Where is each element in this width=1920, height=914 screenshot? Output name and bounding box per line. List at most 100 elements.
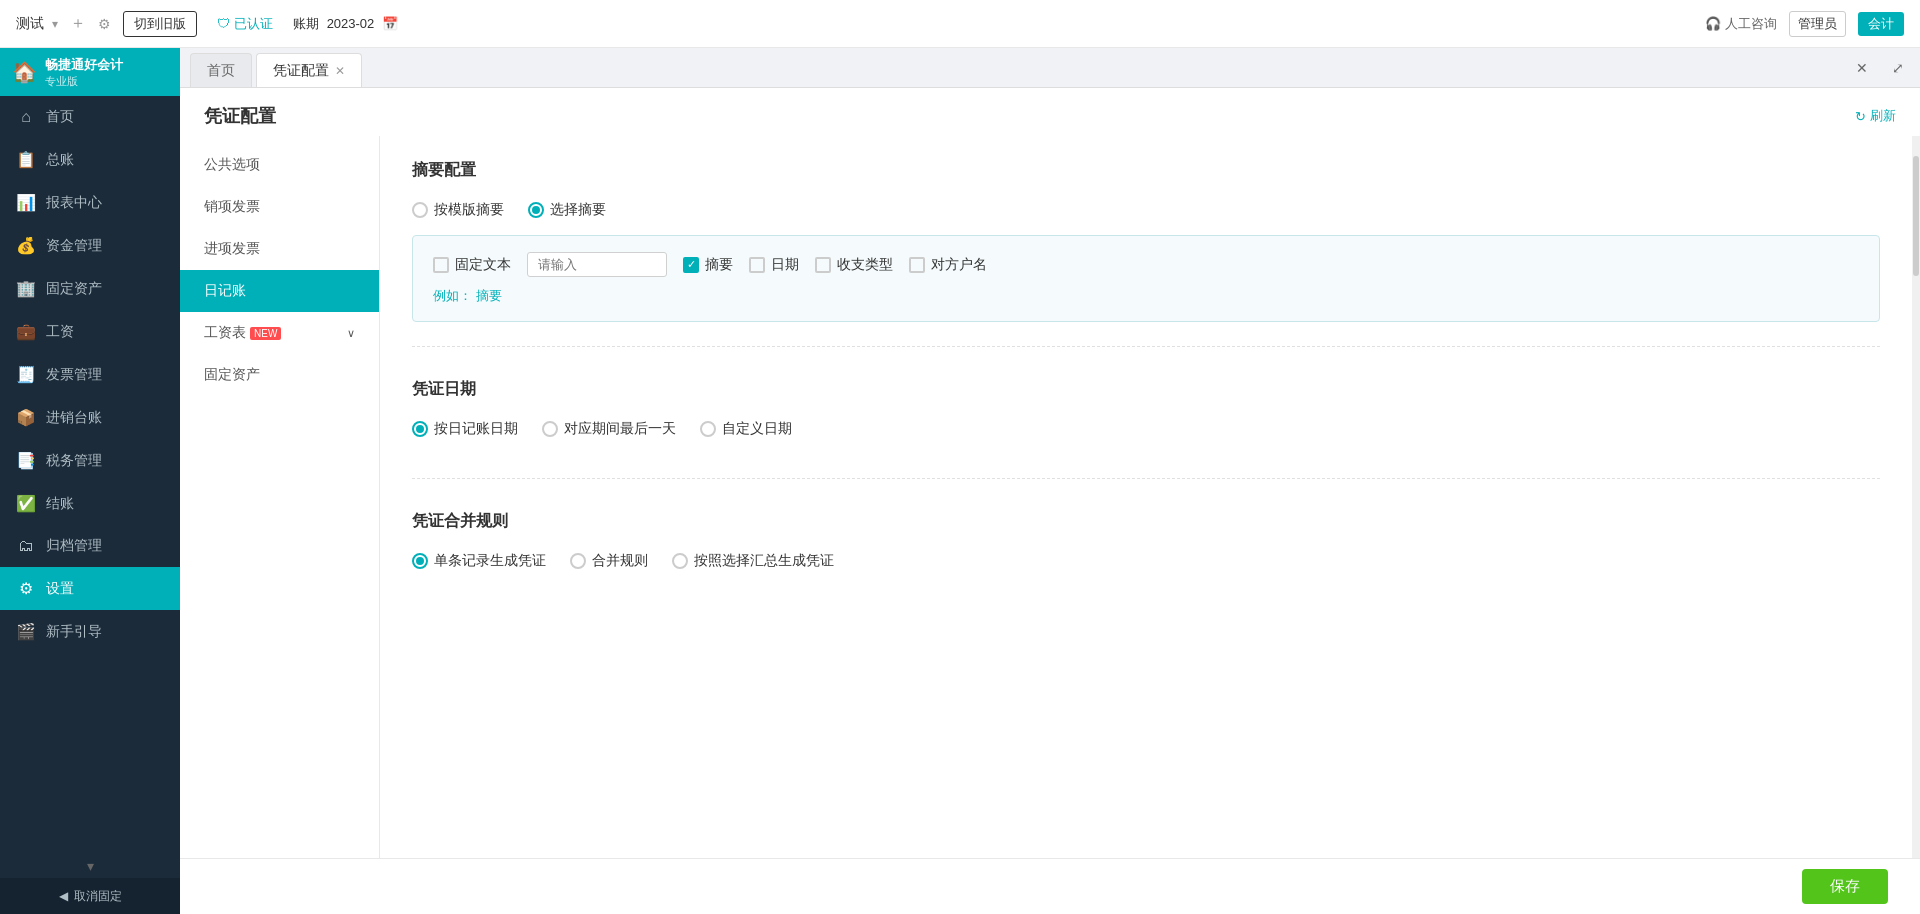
left-nav-fixed-assets[interactable]: 固定资产	[180, 354, 379, 396]
sidebar-label-settlement: 结账	[46, 495, 74, 513]
radio-journal-date-label: 按日记账日期	[434, 420, 518, 438]
sidebar-item-funds[interactable]: 💰 资金管理	[0, 224, 180, 267]
tabs-bar: 首页 凭证配置 ✕ ✕ ⤢	[180, 48, 1920, 88]
headset-icon: 🎧	[1705, 16, 1721, 31]
radio-template-label: 按模版摘要	[434, 201, 504, 219]
role-badge[interactable]: 会计	[1858, 12, 1904, 36]
reports-icon: 📊	[16, 193, 36, 212]
tab-voucher-config-label: 凭证配置	[273, 62, 329, 80]
settings-icon: ⚙	[16, 579, 36, 598]
radio-select-summary[interactable]: 选择摘要	[528, 201, 606, 219]
sidebar-label-home: 首页	[46, 108, 74, 126]
merge-section: 凭证合并规则 单条记录生成凭证 合并规则	[412, 511, 1880, 610]
radio-single-record[interactable]: 单条记录生成凭证	[412, 552, 546, 570]
logo-icon: 🏠	[12, 60, 37, 84]
radio-template-circle	[412, 202, 428, 218]
sidebar-item-assets[interactable]: 🏢 固定资产	[0, 267, 180, 310]
fixed-text-input[interactable]	[527, 252, 667, 277]
left-nav-payroll-table-label: 工资表 NEW	[204, 324, 281, 342]
save-button[interactable]: 保存	[1802, 869, 1888, 904]
inner-layout: 公共选项 销项发票 进项发票 日记账 工资表	[180, 136, 1920, 858]
date-radio-group: 按日记账日期 对应期间最后一天 自定义日期	[412, 420, 1880, 438]
example-text: 例如： 摘要	[433, 287, 1859, 305]
radio-single-record-circle	[412, 553, 428, 569]
left-nav-public[interactable]: 公共选项	[180, 144, 379, 186]
summary-row: 固定文本 ✓ 摘要 日期	[433, 252, 1859, 277]
radio-merge-rule-circle	[570, 553, 586, 569]
left-nav-payroll-table[interactable]: 工资表 NEW ∨	[180, 312, 379, 354]
settlement-icon: ✅	[16, 494, 36, 513]
summary-options-box: 固定文本 ✓ 摘要 日期	[412, 235, 1880, 322]
old-version-button[interactable]: 切到旧版	[123, 11, 197, 37]
sidebar-item-settlement[interactable]: ✅ 结账	[0, 482, 180, 525]
top-bar: 测试 ▾ ＋ ⚙ 切到旧版 🛡 已认证 账期 2023-02 📅 🎧 人工咨询 …	[0, 0, 1920, 48]
left-nav-purchase-invoice[interactable]: 进项发票	[180, 228, 379, 270]
window-controls: ✕ ⤢	[1840, 48, 1920, 88]
left-nav-journal[interactable]: 日记账	[180, 270, 379, 312]
tab-close-icon[interactable]: ✕	[335, 64, 345, 78]
date-section-title: 凭证日期	[412, 379, 1880, 400]
tab-voucher-config[interactable]: 凭证配置 ✕	[256, 53, 362, 87]
merge-radio-group: 单条记录生成凭证 合并规则 按照选择汇总生成凭证	[412, 552, 1880, 570]
sidebar-item-reports[interactable]: 📊 报表中心	[0, 181, 180, 224]
tab-home[interactable]: 首页	[190, 53, 252, 87]
checkbox-date[interactable]: 日期	[749, 256, 799, 274]
close-window-button[interactable]: ✕	[1848, 54, 1876, 82]
right-scrollbar[interactable]	[1912, 136, 1920, 858]
sidebar-item-payroll[interactable]: 💼 工资	[0, 310, 180, 353]
refresh-button[interactable]: ↻ 刷新	[1855, 107, 1896, 125]
sidebar-label-archive: 归档管理	[46, 537, 102, 555]
checkbox-income-type[interactable]: 收支类型	[815, 256, 893, 274]
checkbox-income-type-label: 收支类型	[837, 256, 893, 274]
new-badge: NEW	[250, 327, 281, 340]
sidebar-item-tax[interactable]: 📑 税务管理	[0, 439, 180, 482]
sidebar-item-settings[interactable]: ⚙ 设置	[0, 567, 180, 610]
left-nav-sales-invoice[interactable]: 销项发票	[180, 186, 379, 228]
top-bar-left: 测试 ▾ ＋ ⚙ 切到旧版 🛡 已认证 账期 2023-02 📅	[16, 11, 398, 37]
add-icon[interactable]: ＋	[66, 13, 90, 34]
checkbox-summary[interactable]: ✓ 摘要	[683, 256, 733, 274]
checkbox-counterpart[interactable]: 对方户名	[909, 256, 987, 274]
radio-custom-date-label: 自定义日期	[722, 420, 792, 438]
scrollbar-thumb	[1913, 156, 1919, 276]
summary-radio-group: 按模版摘要 选择摘要	[412, 201, 1880, 219]
archive-icon: 🗂	[16, 537, 36, 555]
radio-single-record-label: 单条记录生成凭证	[434, 552, 546, 570]
radio-select-circle	[528, 202, 544, 218]
sidebar-scroll-down-arrow[interactable]: ▾	[0, 854, 180, 878]
checkbox-income-type-box	[815, 257, 831, 273]
left-nav-sales-invoice-label: 销项发票	[204, 198, 260, 216]
sidebar-item-archive[interactable]: 🗂 归档管理	[0, 525, 180, 567]
cancel-pin-label: 取消固定	[74, 888, 122, 905]
sidebar-item-purchase-sales[interactable]: 📦 进销台账	[0, 396, 180, 439]
sidebar-label-assets: 固定资产	[46, 280, 102, 298]
merge-section-title: 凭证合并规则	[412, 511, 1880, 532]
sidebar-item-home[interactable]: ⌂ 首页	[0, 96, 180, 138]
sidebar-item-invoices[interactable]: 🧾 发票管理	[0, 353, 180, 396]
sidebar-item-ledger[interactable]: 📋 总账	[0, 138, 180, 181]
radio-journal-date[interactable]: 按日记账日期	[412, 420, 518, 438]
tab-home-label: 首页	[207, 62, 235, 80]
radio-merge-rule[interactable]: 合并规则	[570, 552, 648, 570]
calendar-icon[interactable]: 📅	[382, 16, 398, 31]
sidebar-item-newbie[interactable]: 🎬 新手引导	[0, 610, 180, 653]
certified-status: 🛡 已认证	[217, 15, 273, 33]
expand-window-button[interactable]: ⤢	[1884, 54, 1912, 82]
consult-button[interactable]: 🎧 人工咨询	[1705, 15, 1777, 33]
radio-template-summary[interactable]: 按模版摘要	[412, 201, 504, 219]
gear-icon[interactable]: ⚙	[98, 16, 111, 32]
pin-icon: ◀	[59, 889, 68, 903]
manager-button[interactable]: 管理员	[1789, 11, 1846, 37]
ledger-icon: 📋	[16, 150, 36, 169]
main-layout: 🏠 畅捷通好会计 专业版 ⌂ 首页 📋 总账 📊 报表中心 💰 资金管理	[0, 48, 1920, 914]
purchase-sales-icon: 📦	[16, 408, 36, 427]
checkbox-fixed-text[interactable]: 固定文本	[433, 256, 511, 274]
dropdown-arrow-icon[interactable]: ▾	[52, 17, 58, 31]
left-nav-purchase-invoice-label: 进项发票	[204, 240, 260, 258]
tax-icon: 📑	[16, 451, 36, 470]
cancel-pin-button[interactable]: ◀ 取消固定	[0, 878, 180, 914]
radio-period-last[interactable]: 对应期间最后一天	[542, 420, 676, 438]
radio-select-summary-merge[interactable]: 按照选择汇总生成凭证	[672, 552, 834, 570]
radio-custom-date[interactable]: 自定义日期	[700, 420, 792, 438]
left-nav: 公共选项 销项发票 进项发票 日记账 工资表	[180, 136, 380, 858]
